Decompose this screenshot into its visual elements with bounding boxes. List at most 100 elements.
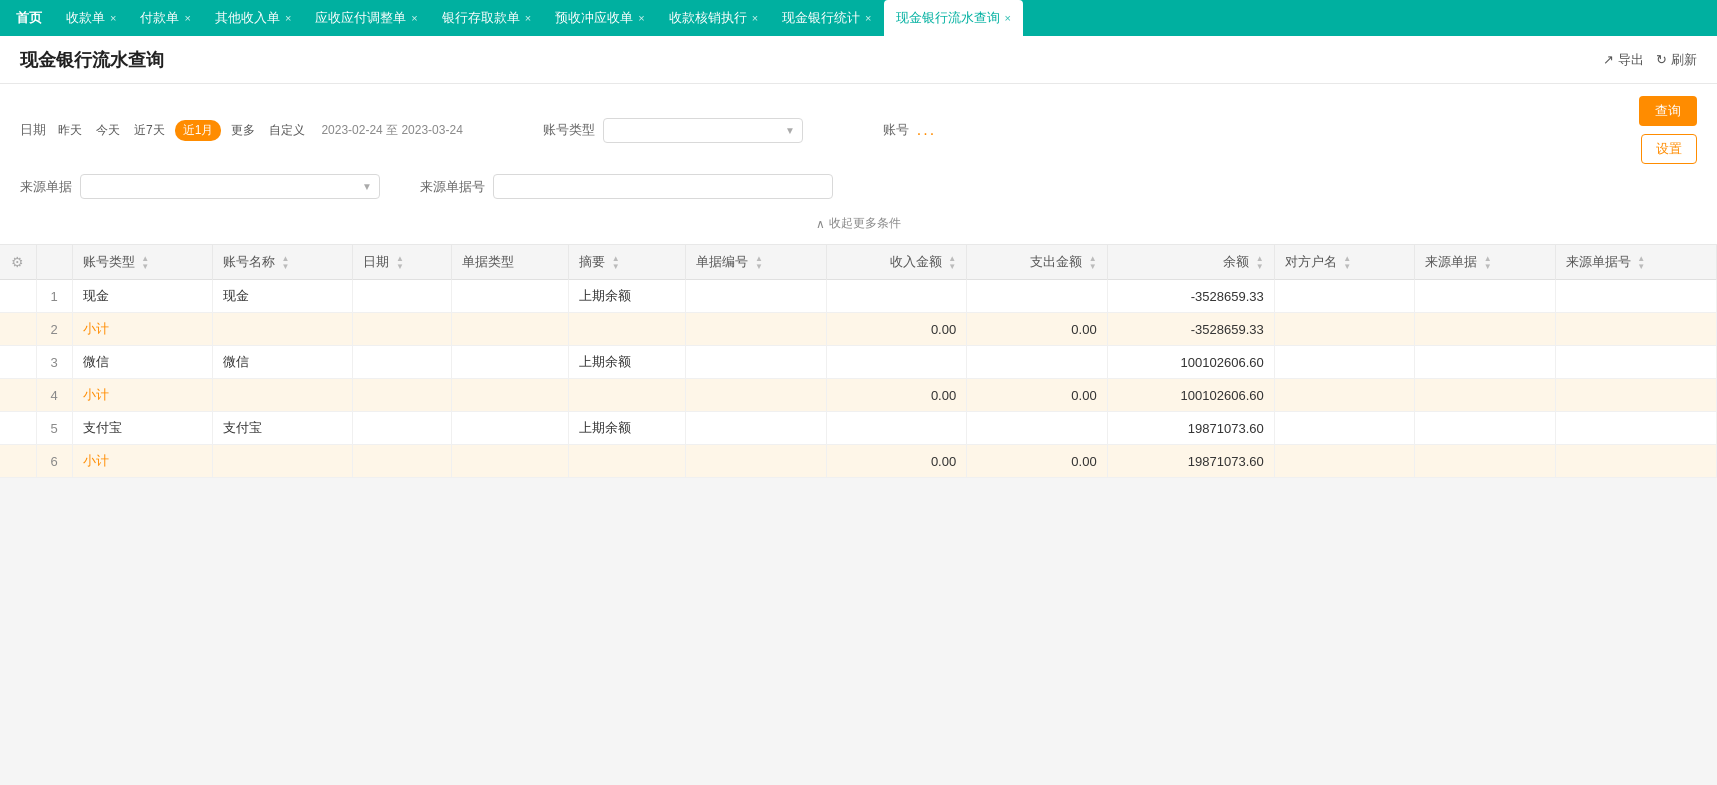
sort-icon: ▲▼	[1256, 255, 1264, 271]
row-source-doc-no-cell	[1555, 412, 1716, 445]
col-header-date[interactable]: 日期 ▲▼	[353, 245, 452, 280]
settings-button[interactable]: 设置	[1641, 134, 1697, 164]
sort-icon: ▲▼	[396, 255, 404, 271]
col-header-account-type[interactable]: 账号类型 ▲▼	[72, 245, 212, 280]
col-header-source-doc-no[interactable]: 来源单据号 ▲▼	[1555, 245, 1716, 280]
row-account-name-cell	[212, 379, 352, 412]
nav-item-bank-deposit[interactable]: 银行存取款单 ×	[430, 0, 543, 36]
table-row: 2 小计 0.00 0.00 -3528659.33	[0, 313, 1717, 346]
close-icon[interactable]: ×	[865, 12, 871, 24]
gear-icon[interactable]: ⚙	[11, 254, 24, 270]
row-source-doc-cell	[1415, 445, 1555, 478]
col-header-counterparty[interactable]: 对方户名 ▲▼	[1274, 245, 1414, 280]
nav-item-cash-bank-flow[interactable]: 现金银行流水查询 ×	[884, 0, 1023, 36]
nav-item-other-income[interactable]: 其他收入单 ×	[203, 0, 303, 36]
nav-item-cash-bank-stat[interactable]: 现金银行统计 ×	[770, 0, 883, 36]
col-header-expense[interactable]: 支出金额 ▲▼	[967, 245, 1107, 280]
date-btn-custom[interactable]: 自定义	[265, 121, 309, 140]
date-label: 日期	[20, 121, 46, 139]
row-account-name-cell: 现金	[212, 280, 352, 313]
row-account-type-cell: 小计	[72, 313, 212, 346]
row-date-cell	[353, 313, 452, 346]
nav-item-collection-exec[interactable]: 收款核销执行 ×	[657, 0, 770, 36]
row-balance-cell: 19871073.60	[1107, 445, 1274, 478]
collapse-up-icon: ∧	[816, 217, 825, 231]
row-counterparty-cell	[1274, 280, 1414, 313]
row-source-doc-no-cell	[1555, 445, 1716, 478]
col-header-income[interactable]: 收入金额 ▲▼	[826, 245, 966, 280]
account-dots-button[interactable]: ...	[917, 121, 936, 139]
row-doc-type-cell	[452, 313, 569, 346]
close-icon[interactable]: ×	[525, 12, 531, 24]
close-icon[interactable]: ×	[110, 12, 116, 24]
row-counterparty-cell	[1274, 412, 1414, 445]
export-button[interactable]: ↗ 导出	[1603, 51, 1644, 69]
date-shortcuts: 昨天 今天 近7天 近1月 更多 自定义 2023-02-24 至 2023-0…	[54, 120, 463, 141]
row-account-name-cell	[212, 445, 352, 478]
sort-icon: ▲▼	[1637, 255, 1645, 271]
nav-item-receipt[interactable]: 收款单 ×	[54, 0, 128, 36]
nav-item-home[interactable]: 首页	[4, 0, 54, 36]
row-date-cell	[353, 445, 452, 478]
table-row: 1 现金 现金 上期余额 -3528659.33	[0, 280, 1717, 313]
close-icon[interactable]: ×	[184, 12, 190, 24]
date-range-text: 2023-02-24 至 2023-03-24	[321, 122, 462, 139]
row-date-cell	[353, 280, 452, 313]
row-source-doc-cell	[1415, 346, 1555, 379]
row-expense-cell	[967, 280, 1107, 313]
sort-icon: ▲▼	[1343, 255, 1351, 271]
data-table-container: ⚙ 账号类型 ▲▼ 账号名称 ▲▼ 日期 ▲▼ 单据类型 摘要	[0, 245, 1717, 478]
source-doc-no-input[interactable]	[493, 174, 833, 199]
row-settings-cell	[0, 379, 36, 412]
close-icon[interactable]: ×	[411, 12, 417, 24]
close-icon[interactable]: ×	[638, 12, 644, 24]
row-source-doc-no-cell	[1555, 280, 1716, 313]
account-type-select[interactable]	[603, 118, 803, 143]
query-button[interactable]: 查询	[1639, 96, 1697, 126]
nav-item-ar-ap-adjust[interactable]: 应收应付调整单 ×	[303, 0, 429, 36]
nav-item-payment[interactable]: 付款单 ×	[128, 0, 202, 36]
row-balance-cell: -3528659.33	[1107, 313, 1274, 346]
row-source-doc-no-cell	[1555, 346, 1716, 379]
row-index-cell: 1	[36, 280, 72, 313]
account-type-filter: 账号类型 ▼	[543, 118, 803, 143]
row-income-cell	[826, 412, 966, 445]
close-icon[interactable]: ×	[752, 12, 758, 24]
row-account-name-cell	[212, 313, 352, 346]
source-doc-no-label: 来源单据号	[420, 178, 485, 196]
table-row: 4 小计 0.00 0.00 100102606.60	[0, 379, 1717, 412]
sort-icon: ▲▼	[612, 255, 620, 271]
source-doc-select[interactable]	[80, 174, 380, 199]
row-index-cell: 5	[36, 412, 72, 445]
row-source-doc-cell	[1415, 379, 1555, 412]
col-header-summary[interactable]: 摘要 ▲▼	[569, 245, 686, 280]
row-account-type-cell: 微信	[72, 346, 212, 379]
row-account-type-cell: 小计	[72, 379, 212, 412]
col-header-doc-no[interactable]: 单据编号 ▲▼	[686, 245, 826, 280]
filter-area: 日期 昨天 今天 近7天 近1月 更多 自定义 2023-02-24 至 202…	[0, 84, 1717, 245]
row-expense-cell: 0.00	[967, 313, 1107, 346]
close-icon[interactable]: ×	[1005, 12, 1011, 24]
col-header-balance[interactable]: 余额 ▲▼	[1107, 245, 1274, 280]
source-doc-no-filter: 来源单据号	[420, 174, 833, 199]
date-btn-7days[interactable]: 近7天	[130, 121, 169, 140]
table-row: 3 微信 微信 上期余额 100102606.60	[0, 346, 1717, 379]
row-doc-type-cell	[452, 280, 569, 313]
date-btn-more[interactable]: 更多	[227, 121, 259, 140]
collapse-bar[interactable]: ∧ 收起更多条件	[20, 209, 1697, 236]
row-settings-cell	[0, 313, 36, 346]
nav-item-advance-offset[interactable]: 预收冲应收单 ×	[543, 0, 656, 36]
col-header-account-name[interactable]: 账号名称 ▲▼	[212, 245, 352, 280]
data-table: ⚙ 账号类型 ▲▼ 账号名称 ▲▼ 日期 ▲▼ 单据类型 摘要	[0, 245, 1717, 478]
date-btn-1month[interactable]: 近1月	[175, 120, 222, 141]
close-icon[interactable]: ×	[285, 12, 291, 24]
col-header-source-doc[interactable]: 来源单据 ▲▼	[1415, 245, 1555, 280]
header-actions: ↗ 导出 ↻ 刷新	[1603, 51, 1697, 69]
date-filter: 日期 昨天 今天 近7天 近1月 更多 自定义 2023-02-24 至 202…	[20, 120, 463, 141]
refresh-button[interactable]: ↻ 刷新	[1656, 51, 1697, 69]
row-doc-no-cell	[686, 412, 826, 445]
source-doc-select-wrapper: ▼	[80, 174, 380, 199]
date-btn-today[interactable]: 今天	[92, 121, 124, 140]
row-summary-cell: 上期余额	[569, 280, 686, 313]
date-btn-yesterday[interactable]: 昨天	[54, 121, 86, 140]
